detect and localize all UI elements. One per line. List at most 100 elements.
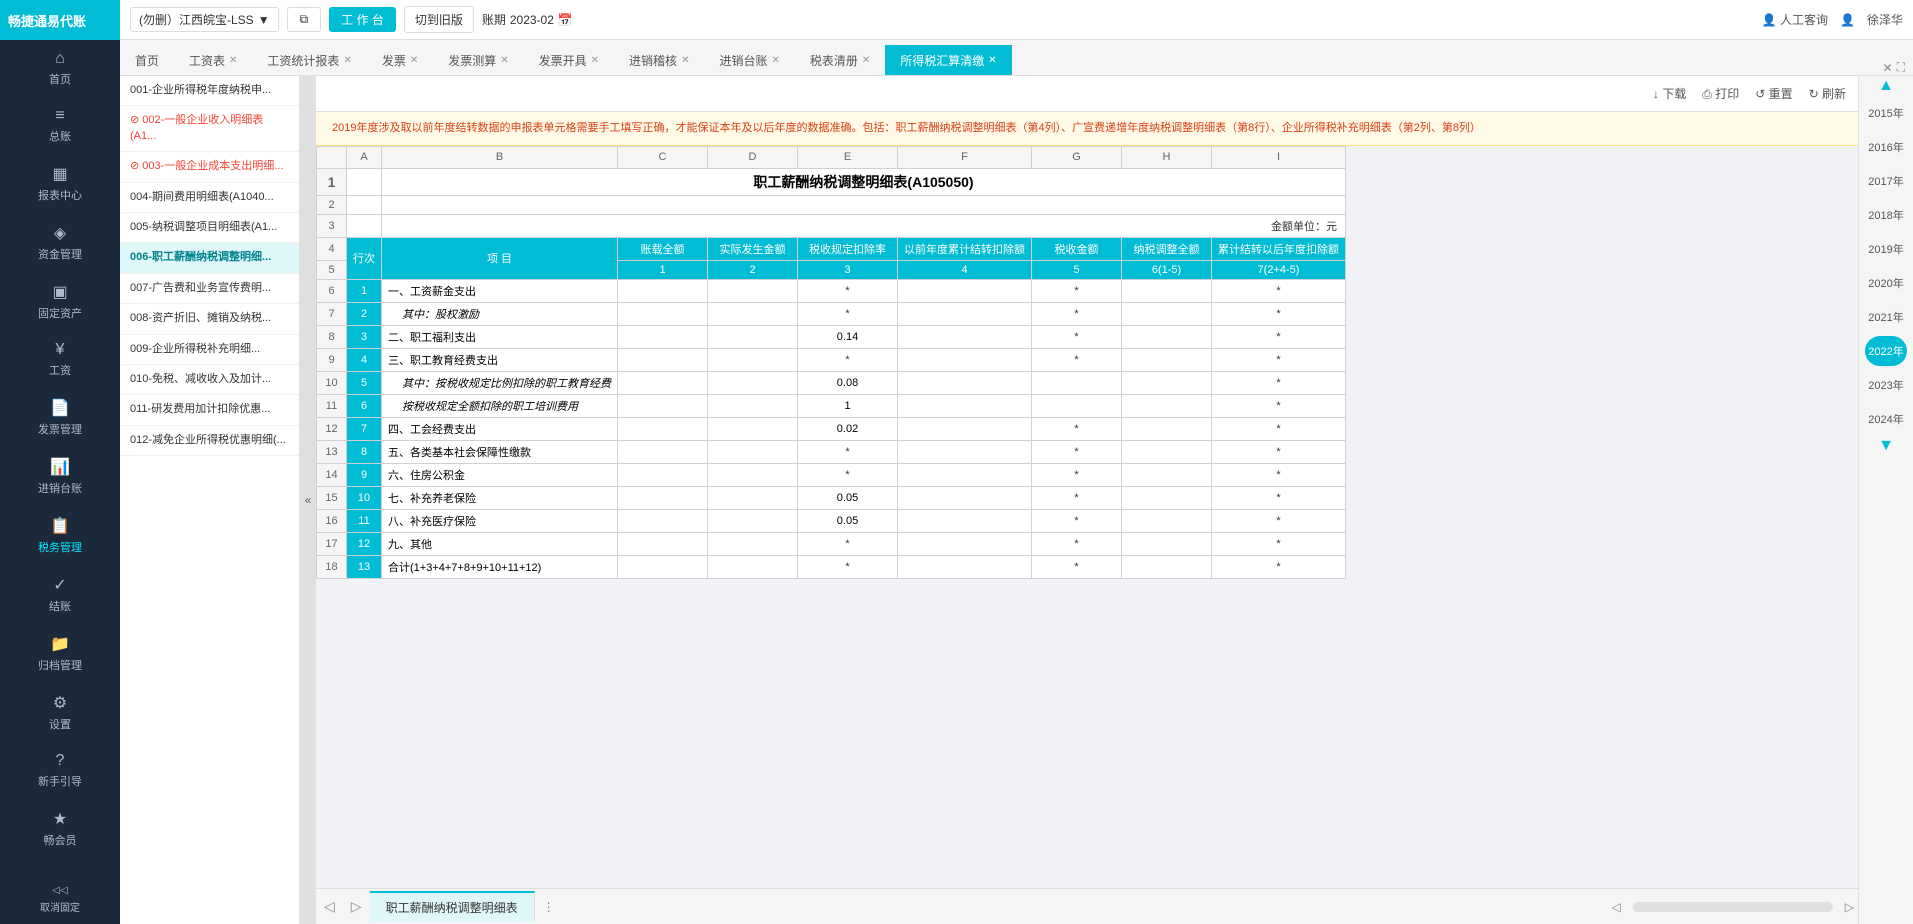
label-cell[interactable]: 其中：按税收规定比例扣除的职工教育经费	[382, 371, 618, 394]
c-cell[interactable]	[618, 302, 708, 325]
g-cell[interactable]: *	[1032, 555, 1122, 578]
download-btn[interactable]: ↓ 下载	[1653, 85, 1686, 102]
list-item-003[interactable]: ⊘003-一般企业成本支出明细...	[120, 152, 299, 182]
scroll-right-btn[interactable]: ▷	[343, 894, 370, 919]
i-cell[interactable]: *	[1212, 371, 1346, 394]
e-cell[interactable]: *	[798, 555, 898, 578]
year-btn-2023[interactable]: 2023年	[1865, 370, 1907, 400]
reset-btn[interactable]: ↺ 重置	[1755, 85, 1792, 102]
h-cell[interactable]	[1122, 532, 1212, 555]
f-cell[interactable]	[898, 348, 1032, 371]
sidebar-item-home[interactable]: ⌂ 首页	[0, 40, 120, 97]
d-cell[interactable]	[708, 486, 798, 509]
i-cell[interactable]: *	[1212, 486, 1346, 509]
i-cell[interactable]: *	[1212, 325, 1346, 348]
f-cell[interactable]	[898, 463, 1032, 486]
year-btn-2019[interactable]: 2019年	[1865, 234, 1907, 264]
f-cell[interactable]	[898, 486, 1032, 509]
list-item-010[interactable]: 010-免税、减收收入及加计...	[120, 365, 299, 395]
tab-sales-ledger[interactable]: 进销台账✕	[704, 45, 794, 75]
h-cell[interactable]	[1122, 371, 1212, 394]
tab-check[interactable]: 进销稽核✕	[614, 45, 704, 75]
sidebar-item-ledger[interactable]: ≡ 总账	[0, 97, 120, 154]
h-cell[interactable]	[1122, 463, 1212, 486]
g-cell[interactable]: *	[1032, 463, 1122, 486]
label-cell[interactable]: 九、其他	[382, 532, 618, 555]
f-cell[interactable]	[898, 509, 1032, 532]
sidebar-item-salary[interactable]: ¥ 工资	[0, 331, 120, 388]
label-cell[interactable]: 其中：股权激励	[382, 302, 618, 325]
list-item-012[interactable]: 012-减免企业所得税优惠明细(...	[120, 426, 299, 456]
i-cell[interactable]: *	[1212, 279, 1346, 302]
h-cell[interactable]	[1122, 486, 1212, 509]
e-cell[interactable]: *	[798, 440, 898, 463]
sidebar-item-sales[interactable]: 📊 进销台账	[0, 447, 120, 506]
h-cell[interactable]	[1122, 325, 1212, 348]
g-cell[interactable]: *	[1032, 440, 1122, 463]
g-cell[interactable]: *	[1032, 417, 1122, 440]
year-btn-2015[interactable]: 2015年	[1865, 98, 1907, 128]
g-cell[interactable]: *	[1032, 509, 1122, 532]
i-cell[interactable]: *	[1212, 302, 1346, 325]
g-cell[interactable]	[1032, 394, 1122, 417]
tab-close-icon[interactable]: ✕	[500, 55, 508, 66]
scroll-left-btn[interactable]: ◁	[316, 894, 343, 919]
f-cell[interactable]	[898, 394, 1032, 417]
g-cell[interactable]: *	[1032, 325, 1122, 348]
c-cell[interactable]	[618, 532, 708, 555]
h-cell[interactable]	[1122, 417, 1212, 440]
d-cell[interactable]	[708, 440, 798, 463]
g-cell[interactable]: *	[1032, 532, 1122, 555]
tab-close-icon[interactable]: ✕	[591, 55, 599, 66]
tab-invoice-calc[interactable]: 发票测算✕	[433, 45, 523, 75]
label-cell[interactable]: 合计(1+3+4+7+8+9+10+11+12)	[382, 555, 618, 578]
d-cell[interactable]	[708, 509, 798, 532]
h-cell[interactable]	[1122, 509, 1212, 532]
list-item-005[interactable]: 005-纳税调整项目明细表(A1...	[120, 213, 299, 243]
h-cell[interactable]	[1122, 302, 1212, 325]
sidebar-unpin[interactable]: ◁◁ 取消固定	[0, 875, 120, 924]
collapse-panel-btn[interactable]: «	[300, 76, 316, 924]
sidebar-item-vip[interactable]: ★ 畅会员	[0, 799, 120, 858]
workbench-btn[interactable]: 工 作 台	[329, 7, 396, 32]
d-cell[interactable]	[708, 348, 798, 371]
print-btn[interactable]: ⎙ 打印	[1702, 85, 1739, 102]
d-cell[interactable]	[708, 532, 798, 555]
i-cell[interactable]: *	[1212, 417, 1346, 440]
year-btn-2021[interactable]: 2021年	[1865, 302, 1907, 332]
list-item-001[interactable]: 001-企业所得税年度纳税申...	[120, 76, 299, 106]
label-cell[interactable]: 二、职工福利支出	[382, 325, 618, 348]
g-cell[interactable]: *	[1032, 348, 1122, 371]
label-cell[interactable]: 五、各类基本社会保障性缴款	[382, 440, 618, 463]
e-cell[interactable]: 0.05	[798, 486, 898, 509]
horizontal-scrollbar[interactable]	[1633, 902, 1833, 912]
e-cell[interactable]: *	[798, 532, 898, 555]
c-cell[interactable]	[618, 348, 708, 371]
e-cell[interactable]: *	[798, 348, 898, 371]
sidebar-item-invoice[interactable]: 📄 发票管理	[0, 388, 120, 447]
label-cell[interactable]: 一、工资薪金支出	[382, 279, 618, 302]
f-cell[interactable]	[898, 302, 1032, 325]
calendar-icon[interactable]: 📅	[558, 13, 573, 27]
list-item-002[interactable]: ⊘002-一般企业收入明细表(A1...	[120, 106, 299, 152]
tab-income-tax[interactable]: 所得税汇算清缴✕	[885, 45, 1011, 75]
c-cell[interactable]	[618, 509, 708, 532]
h-cell[interactable]	[1122, 348, 1212, 371]
tab-tax-table[interactable]: 税表清册✕	[795, 45, 885, 75]
tab-invoice-issue[interactable]: 发票开具✕	[524, 45, 614, 75]
f-cell[interactable]	[898, 279, 1032, 302]
e-cell[interactable]: *	[798, 463, 898, 486]
sidebar-item-report[interactable]: ▦ 报表中心	[0, 154, 120, 213]
e-cell[interactable]: 0.05	[798, 509, 898, 532]
h-cell[interactable]	[1122, 394, 1212, 417]
tab-salary-table[interactable]: 工资表✕	[174, 45, 252, 75]
switch-old-btn[interactable]: 切到旧版	[404, 6, 474, 33]
year-btn-2024[interactable]: 2024年	[1865, 404, 1907, 434]
list-item-008[interactable]: 008-资产折旧、摊销及纳税...	[120, 304, 299, 334]
tab-salary-stat[interactable]: 工资统计报表✕	[252, 45, 366, 75]
e-cell[interactable]: 0.08	[798, 371, 898, 394]
d-cell[interactable]	[708, 325, 798, 348]
refresh-btn[interactable]: ↻ 刷新	[1809, 85, 1846, 102]
d-cell[interactable]	[708, 555, 798, 578]
i-cell[interactable]: *	[1212, 509, 1346, 532]
